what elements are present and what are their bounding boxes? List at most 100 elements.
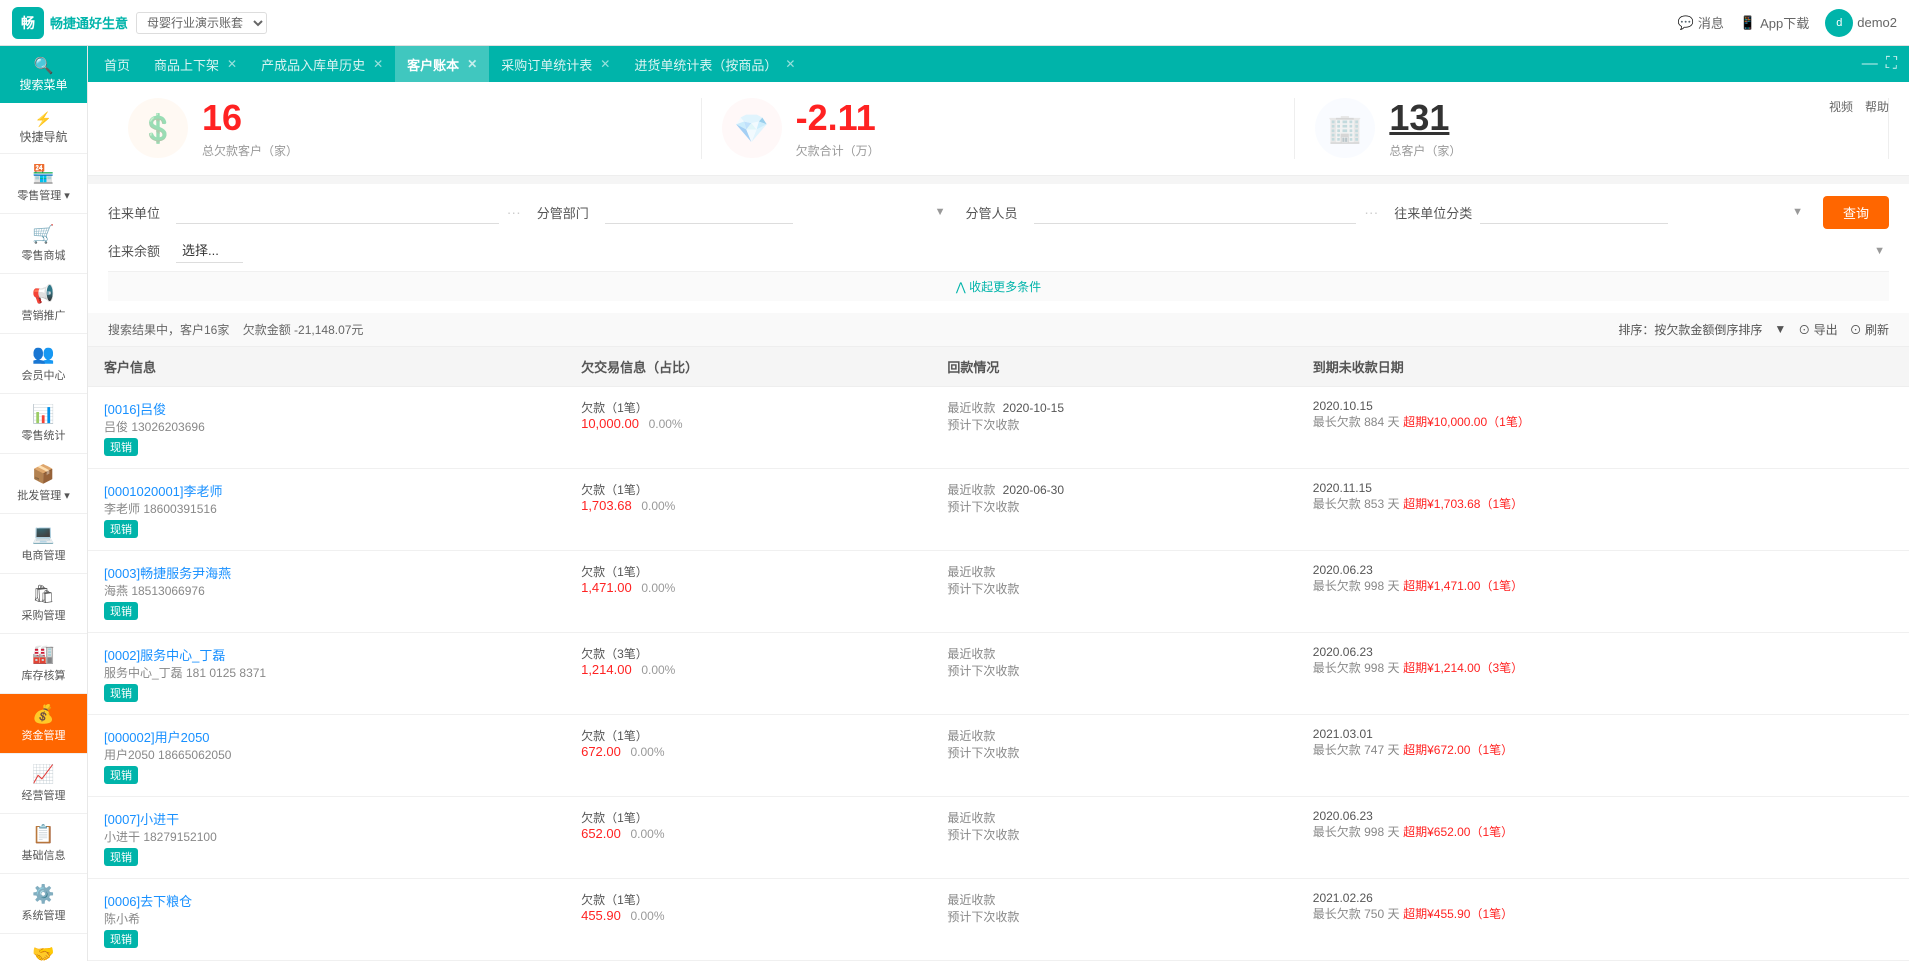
tab-home[interactable]: 首页 <box>92 46 142 82</box>
tab-customer-account[interactable]: 客户账本 ✕ <box>395 46 489 82</box>
balance-select[interactable]: 选择... <box>176 239 243 263</box>
cell-debt-5: 欠款（1笔） 652.00 0.00% <box>565 796 931 878</box>
customer-tag-1: 现销 <box>104 520 138 538</box>
sidebar-item-batch-mgmt[interactable]: 📦 批发管理 ▾ <box>0 454 87 514</box>
tab-close-import[interactable]: ✕ <box>785 57 795 71</box>
next-payment-1: 预计下次收款 <box>947 498 1280 515</box>
cell-due-3: 2020.06.23 最长欠款 998 天 超期¥1,214.00（3笔） <box>1297 632 1909 714</box>
table-row: [0003]畅捷服务尹海燕 海燕 18513066976 现销 欠款（1笔） 1… <box>88 550 1909 632</box>
customer-name-1[interactable]: [0001020001]李老师 <box>104 481 549 500</box>
sidebar-item-ecommerce[interactable]: 💻 电商管理 <box>0 514 87 574</box>
user-profile[interactable]: d demo2 <box>1825 9 1897 37</box>
customer-name-5[interactable]: [0007]小进干 <box>104 809 549 828</box>
cell-payment-2: 最近收款 预计下次收款 <box>931 550 1296 632</box>
stat-label-1: 总欠款客户（家） <box>202 142 298 159</box>
refresh-icon: ⊙ <box>1850 323 1862 337</box>
tab-minimize-btn[interactable]: — <box>1862 55 1878 73</box>
table-row: [0002]服务中心_丁磊 服务中心_丁磊 181 0125 8371 现销 欠… <box>88 632 1909 714</box>
debt-pct-0: 0.00% <box>649 417 683 431</box>
debt-count-4: 欠款（1笔） <box>581 727 915 744</box>
stat-top-right: 视频 帮助 <box>1829 98 1889 115</box>
person-input[interactable] <box>1034 200 1357 224</box>
dept-input[interactable] <box>605 200 793 224</box>
sidebar-item-system[interactable]: ⚙️ 系统管理 <box>0 874 87 934</box>
debt-count-6: 欠款（1笔） <box>581 891 915 908</box>
refresh-btn[interactable]: ⊙ 刷新 <box>1850 321 1889 338</box>
debt-amount-4[interactable]: 672.00 <box>581 744 621 759</box>
due-date-6: 2021.02.26 <box>1313 891 1893 905</box>
stat-content-3: 131 总客户（家） <box>1389 98 1461 159</box>
overdue-days-4: 最长欠款 747 天 超期¥672.00（1笔） <box>1313 741 1893 758</box>
tab-import-stats[interactable]: 进货单统计表（按商品） ✕ <box>622 46 807 82</box>
collapse-row[interactable]: ⋀ 收起更多条件 <box>108 271 1889 301</box>
sidebar-item-marketing[interactable]: 📢 营销推广 <box>0 274 87 334</box>
video-help-btn[interactable]: 视频 <box>1829 98 1853 115</box>
sidebar-search[interactable]: 🔍 搜索菜单 <box>0 46 87 103</box>
cell-debt-6: 欠款（1笔） 455.90 0.00% <box>565 878 931 960</box>
customer-tag-4: 现销 <box>104 766 138 784</box>
due-date-4: 2021.03.01 <box>1313 727 1893 741</box>
sidebar-item-retail-store[interactable]: 🛒 零售商城 <box>0 214 87 274</box>
tab-purchase-order-stats[interactable]: 采购订单统计表 ✕ <box>489 46 622 82</box>
debt-amount-5[interactable]: 652.00 <box>581 826 621 841</box>
customer-tag-5: 现销 <box>104 848 138 866</box>
sidebar-item-enterprise-collab[interactable]: 🤝 企业协同 <box>0 934 87 961</box>
customer-name-6[interactable]: [0006]去下粮仓 <box>104 891 549 910</box>
debt-amount-0[interactable]: 10,000.00 <box>581 416 639 431</box>
table-header: 客户信息 欠交易信息（占比） 回款情况 到期未收款日期 <box>88 347 1909 387</box>
app-logo: 畅 <box>12 7 44 39</box>
table-row: [0001020001]李老师 李老师 18600391516 现销 欠款（1笔… <box>88 468 1909 550</box>
top-bar-right: 💬 消息 📱 App下载 d demo2 <box>1678 9 1897 37</box>
sidebar-item-purchase[interactable]: 🛍 采购管理 <box>0 574 87 634</box>
sidebar-item-member[interactable]: 👥 会员中心 <box>0 334 87 394</box>
stat-card-1: 💲 16 总欠款客户（家） <box>108 98 702 159</box>
sidebar-item-operations[interactable]: 📈 经营管理 <box>0 754 87 814</box>
tab-close-purchase[interactable]: ✕ <box>600 57 610 71</box>
customer-phone-3: 服务中心_丁磊 181 0125 8371 <box>104 664 549 681</box>
unit-category-input[interactable] <box>1480 200 1668 224</box>
message-btn[interactable]: 💬 消息 <box>1678 13 1724 32</box>
tab-products-offsale[interactable]: 商品上下架 ✕ <box>142 46 249 82</box>
sidebar-quick-nav[interactable]: ⚡ 快捷导航 <box>0 103 87 154</box>
customer-phone-4: 用户2050 18665062050 <box>104 746 549 763</box>
sidebar-item-basic-info[interactable]: 📋 基础信息 <box>0 814 87 874</box>
cell-customer-3: [0002]服务中心_丁磊 服务中心_丁磊 181 0125 8371 现销 <box>88 632 565 714</box>
sidebar-item-retail-mgmt[interactable]: 🏪 零售管理 ▾ <box>0 154 87 214</box>
stat-num-3: 131 <box>1389 98 1461 138</box>
sidebar-item-inventory[interactable]: 🏭 库存核算 <box>0 634 87 694</box>
app-download-btn[interactable]: 📱 App下载 <box>1740 13 1809 32</box>
industry-select[interactable]: 母婴行业演示账套 <box>136 12 267 34</box>
from-unit-input[interactable] <box>176 200 499 224</box>
cell-payment-0: 最近收款 2020-10-15 预计下次收款 <box>931 386 1296 468</box>
customer-name-0[interactable]: [0016]吕俊 <box>104 399 549 418</box>
debt-amount-3[interactable]: 1,214.00 <box>581 662 632 677</box>
from-unit-dots[interactable]: ··· <box>507 204 521 220</box>
col-customer-info: 客户信息 <box>88 347 565 387</box>
debt-amount-6[interactable]: 455.90 <box>581 908 621 923</box>
debt-pct-2: 0.00% <box>641 581 675 595</box>
collapse-icon: ⋀ <box>956 280 966 294</box>
sidebar-item-retail-stats[interactable]: 📊 零售统计 <box>0 394 87 454</box>
customer-name-4[interactable]: [000002]用户2050 <box>104 727 549 746</box>
customer-name-3[interactable]: [0002]服务中心_丁磊 <box>104 645 549 664</box>
debt-amount-1[interactable]: 1,703.68 <box>581 498 632 513</box>
tab-close-production[interactable]: ✕ <box>373 57 383 71</box>
sidebar-item-finance[interactable]: 💰 资金管理 <box>0 694 87 754</box>
customer-name-2[interactable]: [0003]畅捷服务尹海燕 <box>104 563 549 582</box>
tab-fullscreen-btn[interactable]: ⛶ <box>1886 55 1897 73</box>
unit-category-wrapper: ▼ <box>1480 200 1807 224</box>
tab-close-customer[interactable]: ✕ <box>467 57 477 71</box>
search-button[interactable]: 查询 <box>1823 196 1889 229</box>
tab-close-products[interactable]: ✕ <box>227 57 237 71</box>
person-dots[interactable]: ··· <box>1364 204 1378 220</box>
table-wrapper: 客户信息 欠交易信息（占比） 回款情况 到期未收款日期 [0016]吕俊 吕俊 … <box>88 347 1909 961</box>
tab-production-history[interactable]: 产成品入库单历史 ✕ <box>249 46 395 82</box>
export-btn[interactable]: ⊙ 导出 <box>1798 321 1837 338</box>
balance-select-wrapper: 选择... ▼ <box>176 239 1889 263</box>
cell-debt-1: 欠款（1笔） 1,703.68 0.00% <box>565 468 931 550</box>
due-date-5: 2020.06.23 <box>1313 809 1893 823</box>
sort-label[interactable]: 排序：按欠款金额倒序排序 <box>1618 321 1762 338</box>
help-btn[interactable]: 帮助 <box>1865 98 1889 115</box>
due-date-3: 2020.06.23 <box>1313 645 1893 659</box>
debt-amount-2[interactable]: 1,471.00 <box>581 580 632 595</box>
